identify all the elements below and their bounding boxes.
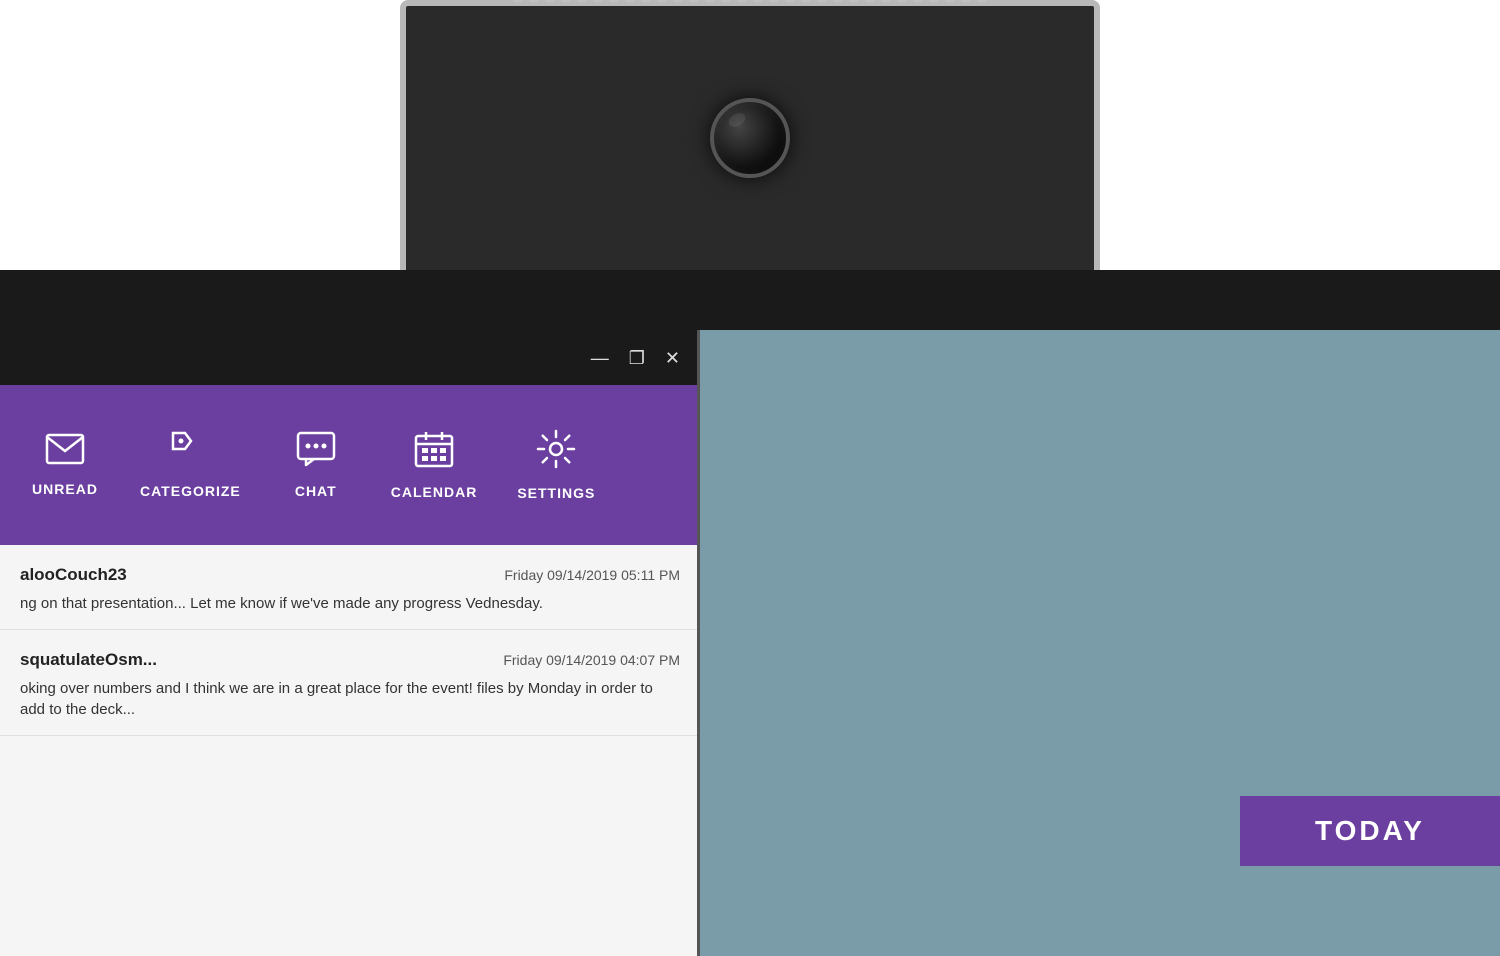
nav-label-unread: UNREAD [32,481,98,497]
nav-item-calendar[interactable]: CALENDAR [371,418,498,512]
tooth [721,0,731,2]
webcam-lens [710,98,790,178]
today-label: TODAY [1315,815,1425,847]
tooth [609,0,619,2]
nav-item-unread[interactable]: UNREAD [10,421,120,509]
window-controls-bar: — ❐ ✕ [0,330,700,385]
email-preview-1: ng on that presentation... Let me know i… [20,593,680,614]
nav-item-settings[interactable]: SETTINGS [497,417,615,513]
black-bar [0,270,1500,330]
tooth [945,0,955,2]
tooth [641,0,651,2]
tooth [769,0,779,2]
minimize-button[interactable]: — [591,349,609,367]
tooth [801,0,811,2]
categorize-icon [171,431,209,473]
email-item-2[interactable]: squatulateOsm... Friday 09/14/2019 04:07… [0,630,700,736]
nav-label-calendar: CALENDAR [391,484,478,500]
email-preview-2: oking over numbers and I think we are in… [20,678,680,720]
email-date-1: Friday 09/14/2019 05:11 PM [504,567,680,583]
tooth [833,0,843,2]
today-button[interactable]: TODAY [1240,796,1500,866]
divider-line [697,330,700,956]
tooth [657,0,667,2]
tooth [577,0,587,2]
nav-bar: UNREAD CATEGORIZE CHAT [0,385,700,545]
hardware-area [0,0,1500,280]
tooth [849,0,859,2]
tooth [673,0,683,2]
email-date-2: Friday 09/14/2019 04:07 PM [503,652,680,668]
tooth [689,0,699,2]
tooth [785,0,795,2]
close-button[interactable]: ✕ [665,349,680,367]
tooth [977,0,987,2]
email-header-2: squatulateOsm... Friday 09/14/2019 04:07… [20,650,680,670]
tooth [545,0,555,2]
email-item-1[interactable]: alooCouch23 Friday 09/14/2019 05:11 PM n… [0,545,700,630]
email-sender-2: squatulateOsm... [20,650,157,670]
tooth [705,0,715,2]
device-bar [400,0,1100,270]
teeth-container [406,0,1094,6]
settings-icon [536,429,576,475]
nav-item-categorize[interactable]: CATEGORIZE [120,419,261,511]
tooth [865,0,875,2]
tooth [881,0,891,2]
tooth [753,0,763,2]
nav-item-chat[interactable]: CHAT [261,419,371,511]
restore-button[interactable]: ❐ [629,349,645,367]
tooth [737,0,747,2]
tooth [897,0,907,2]
nav-label-settings: SETTINGS [517,485,595,501]
tooth [929,0,939,2]
unread-icon [45,433,85,471]
tooth [961,0,971,2]
nav-label-chat: CHAT [295,483,337,499]
email-list: alooCouch23 Friday 09/14/2019 05:11 PM n… [0,545,700,956]
tooth [529,0,539,2]
tooth [625,0,635,2]
tooth [513,0,523,2]
tooth [561,0,571,2]
tooth [913,0,923,2]
tooth [593,0,603,2]
tooth [817,0,827,2]
email-header-1: alooCouch23 Friday 09/14/2019 05:11 PM [20,565,680,585]
chat-icon [296,431,336,473]
calendar-icon [414,430,454,474]
nav-label-categorize: CATEGORIZE [140,483,241,499]
email-sender-1: alooCouch23 [20,565,127,585]
